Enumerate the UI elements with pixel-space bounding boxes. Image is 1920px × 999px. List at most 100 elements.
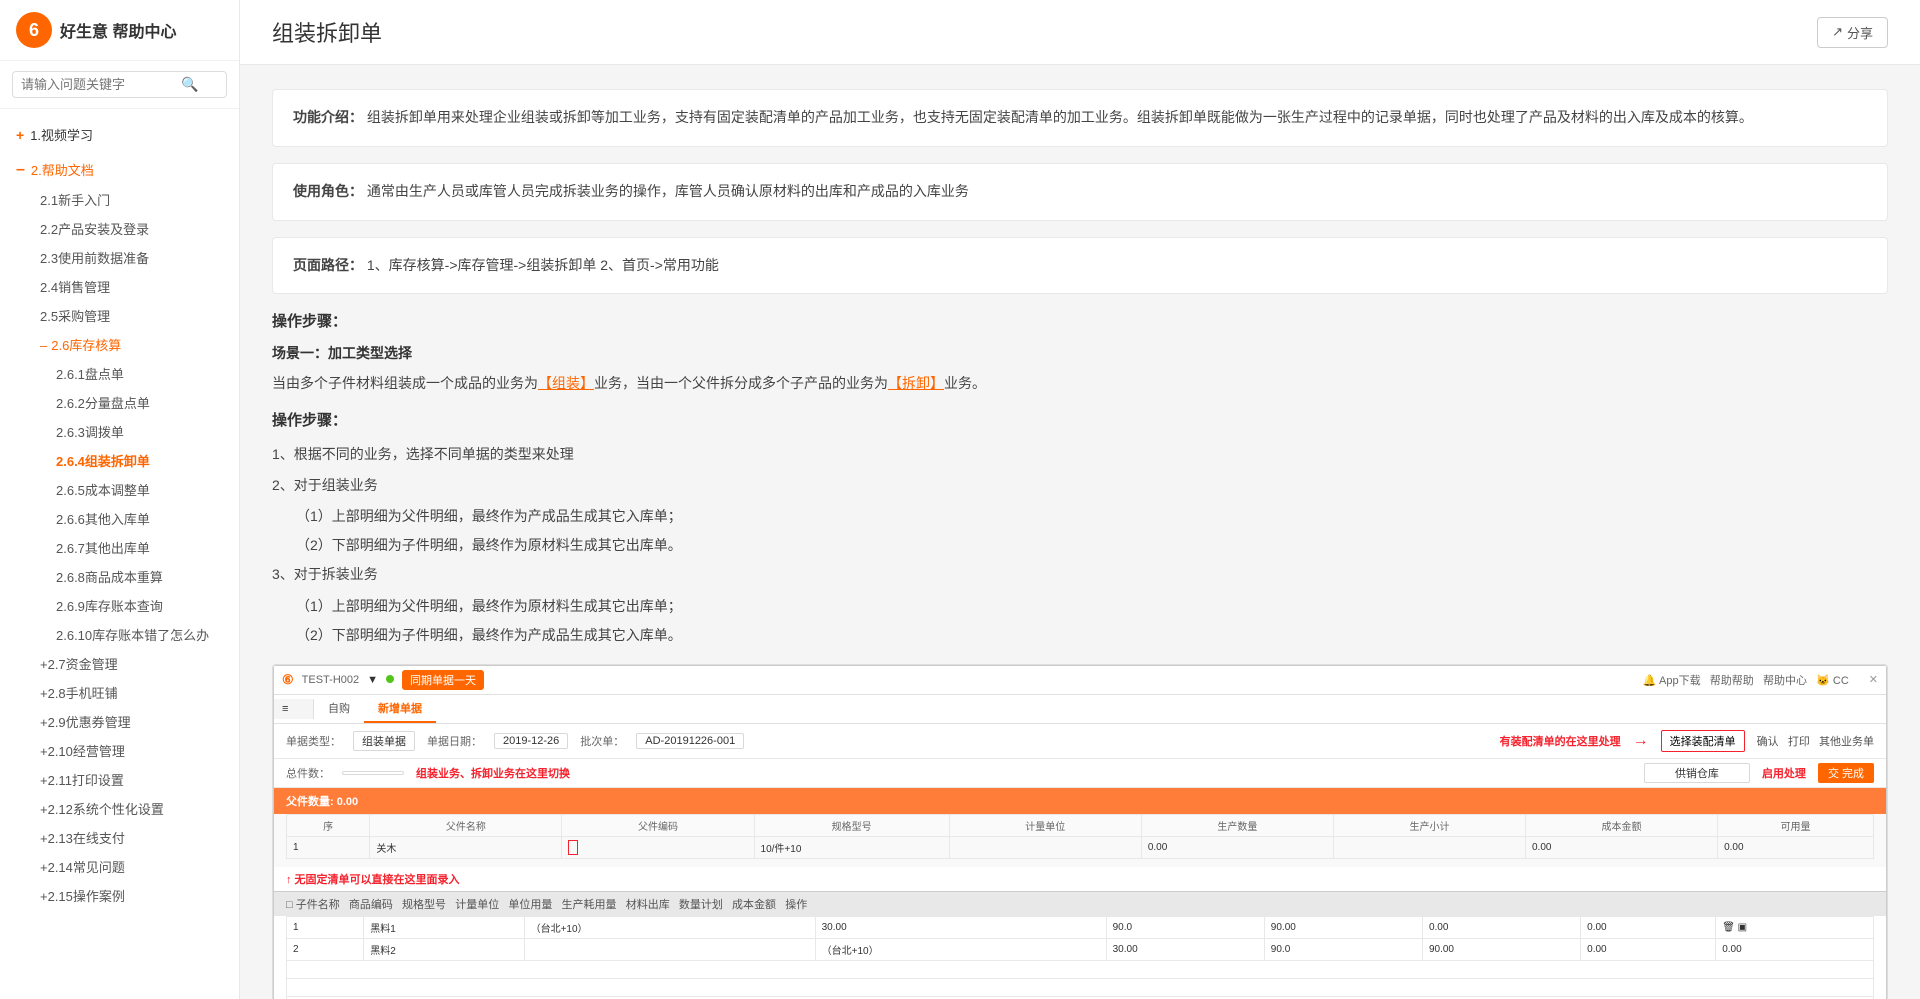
annot-3: 组装业务、拆卸业务在这里切换 — [416, 765, 570, 781]
sidebar-item-video[interactable]: + 1.视频学习 — [0, 119, 239, 150]
td-subtotal-val — [1333, 836, 1525, 858]
link-disassembly[interactable]: 【拆卸】 — [888, 375, 944, 391]
sidebar-item-24[interactable]: 2.4销售管理 — [24, 272, 239, 301]
sim-sidebar-toggle[interactable]: ≡ — [274, 699, 314, 719]
sim-batch-input[interactable]: AD-20191226-001 — [636, 733, 744, 749]
main-header: 组装拆卸单 ↗ 分享 — [240, 0, 1920, 65]
plus-icon-212: + — [40, 802, 48, 817]
sim-close-icon[interactable]: ✕ — [1869, 673, 1878, 686]
sim-date-label: 单据日期： — [427, 733, 482, 749]
step2: 2、对于组装业务 — [272, 473, 1888, 498]
sidebar-item-268[interactable]: 2.6.8商品成本重算 — [40, 562, 239, 591]
plus-icon-1: + — [16, 127, 24, 143]
sim-qty-input[interactable] — [342, 771, 404, 775]
sidebar-item-264[interactable]: 2.6.4组装拆卸单 — [40, 446, 239, 475]
step2-sub2: （2）下部明细为子件明细，最终作为原材料生成其它出库单。 — [296, 533, 1888, 558]
sidebar-item-263[interactable]: 2.6.3调拨单 — [40, 417, 239, 446]
sidebar-item-29[interactable]: +2.9优惠券管理 — [24, 707, 239, 736]
sidebar-item-214[interactable]: +2.14常见问题 — [24, 852, 239, 881]
plus-icon-214: + — [40, 860, 48, 875]
sidebar-item-25[interactable]: 2.5采购管理 — [24, 301, 239, 330]
search-input[interactable] — [21, 77, 181, 92]
plus-icon-215: + — [40, 889, 48, 904]
annot-1: 有装配清单的在这里处理 — [1500, 733, 1621, 749]
sim-qty-label: 总件数： — [286, 765, 330, 781]
sidebar-item-213[interactable]: +2.13在线支付 — [24, 823, 239, 852]
sidebar-item-22[interactable]: 2.2产品安装及登录 — [24, 214, 239, 243]
intro-text: 组装拆卸单用来处理企业组装或拆卸等加工业务，支持有固定装配清单的产品加工业务，也… — [367, 109, 1753, 125]
sidebar: 6 好生意 帮助中心 🔍 + 1.视频学习 – 2.帮助文档 2.1新手入门 2… — [0, 0, 240, 999]
sim-doc-type-label: 单据类型： — [286, 733, 341, 749]
page-title: 组装拆卸单 — [272, 16, 382, 48]
sidebar-item-261[interactable]: 2.6.1盘点单 — [40, 359, 239, 388]
sidebar-item-215[interactable]: +2.15操作案例 — [24, 881, 239, 910]
td-code-redbox — [568, 840, 578, 855]
sidebar-item-docs-label: 2.帮助文档 — [31, 160, 94, 179]
sidebar-item-27[interactable]: +2.7资金管理 — [24, 649, 239, 678]
sidebar-item-26[interactable]: –2.6库存核算 — [24, 330, 239, 359]
sidebar-item-262[interactable]: 2.6.2分量盘点单 — [40, 388, 239, 417]
ops-section: 操作步骤： 场景一：加工类型选择 当由多个子件材料组装成一个成品的业务为【组装】… — [272, 310, 1888, 648]
sidebar-item-video-label: 1.视频学习 — [30, 125, 93, 144]
sim-status-indicator — [386, 674, 394, 686]
link-assembly[interactable]: 【组装】 — [538, 375, 594, 391]
table-row: 1 关木 10/件+10 0.00 0.00 0.00 — [287, 836, 1874, 858]
td-parent-name: 关木 — [370, 836, 562, 858]
sim-confirm-btn[interactable]: 交 完成 — [1818, 763, 1874, 783]
sidebar-item-269[interactable]: 2.6.9库存账本查询 — [40, 591, 239, 620]
annot-4: 启用处理 — [1762, 765, 1806, 781]
annot-5: ↑ 无固定清单可以直接在这里面录入 — [286, 871, 460, 887]
step3-sub1: （1）上部明细为父件明细，最终作为原材料生成其它出库单； — [296, 594, 1888, 619]
sidebar-item-212[interactable]: +2.12系统个性化设置 — [24, 794, 239, 823]
sidebar-item-265[interactable]: 2.6.5成本调整单 — [40, 475, 239, 504]
sim-upper-table: 序 父件名称 父件编码 规格型号 计量单位 生产数量 生产小计 成本金额 可用量 — [286, 814, 1874, 859]
plus-icon-211: + — [40, 773, 48, 788]
sim-warehouse-input[interactable]: 供销仓库 — [1644, 763, 1750, 783]
sim-new-btn[interactable]: 同期单据一天 — [402, 670, 484, 690]
sidebar-item-210[interactable]: +2.10经营管理 — [24, 736, 239, 765]
table-header-row: 序 父件名称 父件编码 规格型号 计量单位 生产数量 生产小计 成本金额 可用量 — [287, 814, 1874, 836]
search-icon[interactable]: 🔍 — [181, 76, 198, 93]
step3: 3、对于拆装业务 — [272, 562, 1888, 587]
sim-form-header: 单据类型： 组装单据 单据日期： 2019-12-26 批次单： AD-2019… — [274, 724, 1886, 759]
sidebar-item-21[interactable]: 2.1新手入门 — [24, 185, 239, 214]
minus-icon-26: – — [40, 338, 47, 353]
plus-icon-213: + — [40, 831, 48, 846]
share-icon: ↗ — [1832, 24, 1843, 40]
sub-table-row-4 — [287, 978, 1874, 996]
intro-label: 功能介绍： — [293, 109, 363, 125]
plus-icon-27: + — [40, 657, 48, 672]
plus-icon-29: + — [40, 715, 48, 730]
th-cost: 成本金额 — [1526, 814, 1718, 836]
sim-tab-new[interactable]: 新增单据 — [364, 695, 436, 723]
share-button[interactable]: ↗ 分享 — [1817, 17, 1888, 48]
th-spec: 规格型号 — [754, 814, 949, 836]
sim-date-input[interactable]: 2019-12-26 — [494, 733, 568, 749]
sim-lower-table: 1 黑料1 （台北+10） 30.00 90.0 90.00 0.00 0.00… — [274, 916, 1886, 999]
path-text: 1、库存核算->库存管理->组装拆卸单 2、首页->常用功能 — [367, 257, 719, 273]
sidebar-item-266[interactable]: 2.6.6其他入库单 — [40, 504, 239, 533]
sidebar-item-2610[interactable]: 2.6.10库存账本错了怎么办 — [40, 620, 239, 649]
sidebar-item-23[interactable]: 2.3使用前数据准备 — [24, 243, 239, 272]
sidebar-item-28[interactable]: +2.8手机旺铺 — [24, 678, 239, 707]
step2-sub1: （1）上部明细为父件明细，最终作为产成品生成其它入库单； — [296, 504, 1888, 529]
nav-tree: + 1.视频学习 – 2.帮助文档 2.1新手入门 2.2产品安装及登录 2.3… — [0, 109, 239, 999]
search-area: 🔍 — [0, 61, 239, 109]
sim-section-label: 父件数量: 0.00 — [286, 793, 358, 809]
sim-upper-table-container: 序 父件名称 父件编码 规格型号 计量单位 生产数量 生产小计 成本金额 可用量 — [274, 814, 1886, 867]
sim-select-bom-btn[interactable]: 选择装配清单 — [1661, 730, 1745, 752]
sidebar-item-docs[interactable]: – 2.帮助文档 — [0, 154, 239, 185]
logo-icon: 6 — [16, 12, 52, 48]
sim-doc-type-input[interactable]: 组装单据 — [353, 731, 415, 751]
share-label: 分享 — [1847, 23, 1873, 42]
sim-dropdown-icon: ▼ — [367, 674, 378, 686]
th-subtotal: 生产小计 — [1333, 814, 1525, 836]
td-parent-code — [562, 836, 754, 858]
sidebar-item-211[interactable]: +2.11打印设置 — [24, 765, 239, 794]
th-available: 可用量 — [1718, 814, 1874, 836]
role-box: 使用角色： 通常由生产人员或库管人员完成拆装业务的操作，库管人员确认原材料的出库… — [272, 163, 1888, 221]
ops-steps-title: 操作步骤： — [272, 409, 1888, 430]
sim-tab-own[interactable]: 自购 — [314, 695, 364, 723]
sim-action-btns: 确认 打印 其他业务单 — [1757, 733, 1874, 749]
sidebar-item-267[interactable]: 2.6.7其他出库单 — [40, 533, 239, 562]
